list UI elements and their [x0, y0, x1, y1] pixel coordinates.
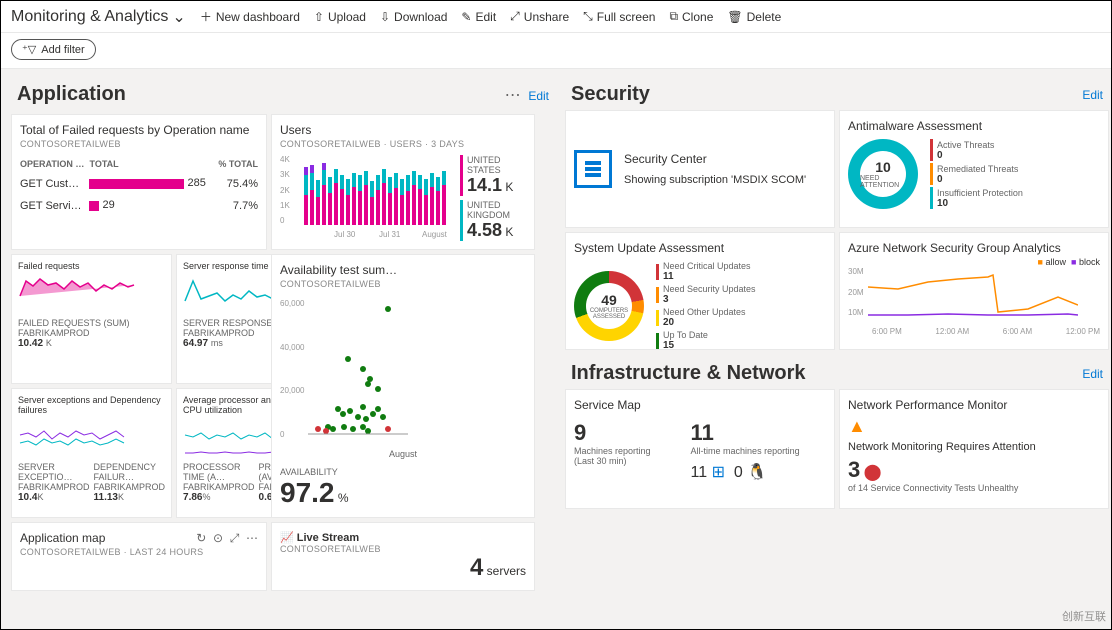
security-edit-link[interactable]: Edit [1082, 88, 1103, 102]
edit-label: Edit [475, 10, 496, 24]
table-row: GET Servi…297.7% [20, 195, 258, 217]
new-dashboard-button[interactable]: ＋ New dashboard [200, 8, 300, 25]
clone-button[interactable]: ⧉ Clone [669, 9, 713, 24]
linux-icon: 🐧 [747, 464, 767, 481]
refresh-icon[interactable]: ↻ [196, 531, 206, 545]
tile-title: Security Center [624, 152, 806, 166]
upload-button[interactable]: ⇧ Upload [314, 10, 366, 24]
delete-button[interactable]: 🗑 Delete [727, 10, 781, 24]
pin-icon[interactable]: ⊙ [213, 531, 223, 545]
upload-label: Upload [328, 10, 366, 24]
servicemap-tile[interactable]: Service Map 9 Machines reporting (Last 3… [565, 389, 835, 509]
fullscreen-label: Full screen [597, 10, 656, 24]
fullscreen-icon: ⤡ [583, 9, 593, 24]
tile-subtitle: CONTOSORETAILWEB · USERS · 3 DAYS [280, 139, 526, 149]
livestream-tile[interactable]: 📈 Live Stream CONTOSORETAILWEB 4 servers [271, 522, 535, 591]
error-icon: ⬤ [864, 464, 882, 481]
upload-icon: ⇧ [314, 10, 324, 24]
unshare-icon: ⤢ [510, 9, 520, 24]
warning-icon: ▲ [848, 416, 1100, 437]
failed-requests-tile[interactable]: Total of Failed requests by Operation na… [11, 114, 267, 250]
updates-tile[interactable]: System Update Assessment 49 COMPUTERS AS… [565, 232, 835, 350]
unshare-button[interactable]: ⤢ Unshare [510, 9, 569, 24]
application-section: Application ⋯ Edit Total of Failed reque… [11, 79, 555, 591]
new-dashboard-label: New dashboard [216, 10, 300, 24]
expand-icon[interactable]: ⤢ [230, 531, 240, 545]
unshare-label: Unshare [524, 10, 569, 24]
users-bar-chart: Jul 30 Jul 31 August [304, 155, 454, 239]
right-column: Security Edit Security Center Showing su… [565, 79, 1109, 591]
application-edit-link[interactable]: Edit [528, 89, 549, 103]
tile-title: Service Map [574, 398, 826, 412]
sparkline-icon [18, 271, 165, 315]
download-icon: ⇩ [380, 10, 390, 24]
watermark: 创新互联 [1062, 608, 1106, 624]
donut-chart: 49 COMPUTERS ASSESSED [574, 271, 644, 341]
pulse-icon: 📈 [280, 532, 294, 544]
security-heading: Security [571, 83, 650, 106]
application-heading: Application [17, 83, 126, 106]
nsg-line-chart [868, 267, 1078, 327]
edit-button[interactable]: ✎ Edit [461, 10, 496, 24]
tile-title: Azure Network Security Group Analytics [848, 241, 1100, 255]
tile-title: Availability test sum… [280, 263, 526, 277]
fullscreen-button[interactable]: ⤡ Full screen [583, 9, 655, 24]
more-icon[interactable]: ⋯ [246, 531, 258, 545]
sparkline-icon [18, 415, 165, 459]
tile-title: Antimalware Assessment [848, 119, 1100, 133]
availability-tile[interactable]: Availability test sum… CONTOSORETAILWEB … [271, 254, 535, 518]
tile-title: Total of Failed requests by Operation na… [20, 123, 258, 137]
more-icon[interactable]: ⋯ [505, 87, 522, 104]
failed-requests-mini[interactable]: Failed requests FAILED REQUESTS (SUM) FA… [11, 254, 172, 384]
svg-text:Jul 30: Jul 30 [334, 230, 356, 239]
appmap-tile[interactable]: ↻ ⊙ ⤢ ⋯ Application map CONTOSORETAILWEB… [11, 522, 267, 591]
antimalware-tile[interactable]: Antimalware Assessment 10 NEED ATTENTION… [839, 110, 1109, 228]
tile-title: Users [280, 123, 526, 137]
clone-label: Clone [682, 10, 713, 24]
tile-title: Network Performance Monitor [848, 398, 1100, 412]
donut-chart: 10 NEED ATTENTION [848, 139, 918, 209]
add-filter-button[interactable]: ⁺▽ Add filter [11, 39, 96, 60]
npm-tile[interactable]: Network Performance Monitor ▲ Network Mo… [839, 389, 1109, 509]
download-label: Download [394, 10, 447, 24]
clone-icon: ⧉ [669, 9, 678, 24]
infra-heading: Infrastructure & Network [571, 362, 806, 385]
col-total: TOTAL [89, 155, 215, 173]
shield-icon [574, 150, 612, 188]
col-operation: OPERATION … [20, 155, 89, 173]
delete-icon: 🗑 [727, 10, 742, 24]
svg-text:August: August [422, 230, 448, 239]
windows-icon: ⊞ [712, 464, 725, 481]
pencil-icon: ✎ [461, 10, 471, 24]
security-center-tile[interactable]: Security Center Showing subscription 'MS… [565, 110, 835, 228]
svg-text:Jul 31: Jul 31 [379, 230, 401, 239]
col-pct: % TOTAL [215, 155, 258, 173]
delete-label: Delete [747, 10, 782, 24]
operations-table: OPERATION …TOTAL% TOTAL GET Cust…28575.4… [20, 155, 258, 217]
chevron-down-icon: ⌄ [172, 7, 185, 27]
scatter-chart [308, 299, 408, 449]
infra-edit-link[interactable]: Edit [1082, 367, 1103, 381]
toolbar: Monitoring & Analytics ⌄ ＋New dashboard … [1, 1, 1111, 33]
plus-icon: ＋ [200, 8, 212, 25]
tile-subtitle: CONTOSORETAILWEB [20, 139, 258, 149]
add-filter-label: Add filter [41, 44, 84, 56]
nsg-tile[interactable]: Azure Network Security Group Analytics ■… [839, 232, 1109, 350]
exceptions-mini[interactable]: Server exceptions and Dependency failure… [11, 388, 172, 518]
download-button[interactable]: ⇩ Download [380, 10, 447, 24]
tile-title: System Update Assessment [574, 241, 826, 255]
filter-icon: ⁺▽ [22, 43, 36, 56]
table-row: GET Cust…28575.4% [20, 173, 258, 195]
dashboard-title-dropdown[interactable]: Monitoring & Analytics ⌄ [11, 7, 186, 27]
tile-subtitle: CONTOSORETAILWEB · LAST 24 HOURS [20, 547, 258, 557]
page-title: Monitoring & Analytics [11, 8, 168, 26]
filter-bar: ⁺▽ Add filter [1, 33, 1111, 69]
tile-subtitle: CONTOSORETAILWEB [280, 279, 526, 289]
users-tile[interactable]: Users CONTOSORETAILWEB · USERS · 3 DAYS … [271, 114, 535, 250]
